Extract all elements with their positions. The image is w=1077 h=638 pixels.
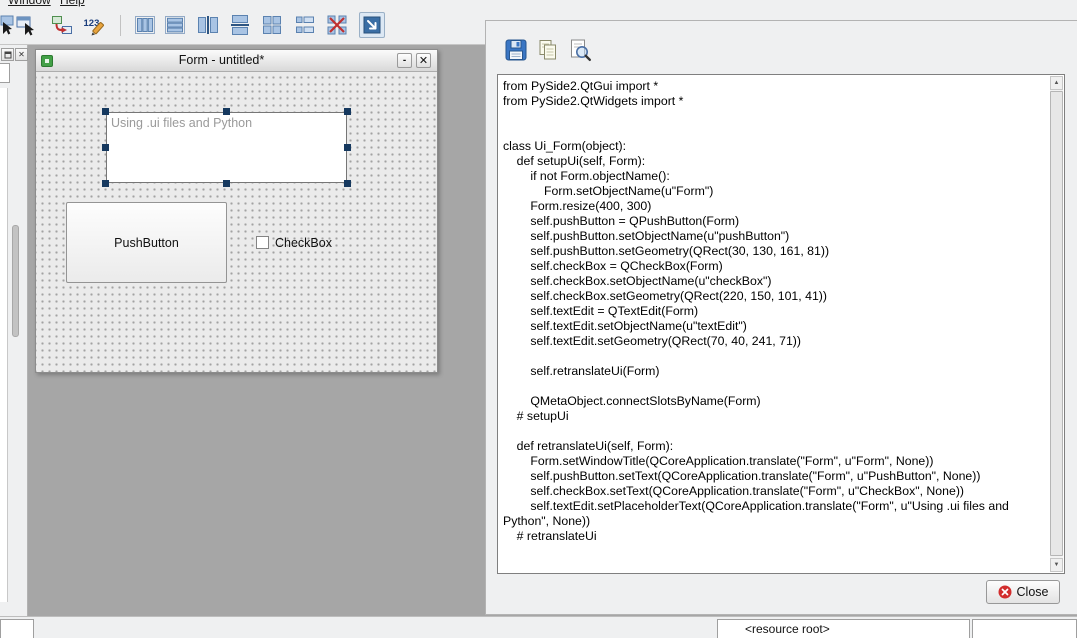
checkbox-widget[interactable]: CheckBox [256, 222, 357, 263]
scroll-up-icon[interactable]: ▲ [1050, 76, 1063, 90]
copy-icon[interactable] [534, 36, 562, 64]
form-close-button[interactable]: ✕ [416, 53, 431, 68]
bottom-left-panel[interactable] [0, 619, 34, 638]
edit-widgets-icon[interactable] [13, 12, 39, 38]
scrollbar-thumb[interactable] [1050, 91, 1063, 556]
close-button-label: Close [1017, 585, 1049, 599]
splitter-horizontal-icon[interactable] [195, 12, 221, 38]
selection-handle-top-right[interactable] [344, 108, 351, 115]
selection-handle-bottom-center[interactable] [223, 180, 230, 187]
layout-form-icon[interactable] [292, 12, 318, 38]
menu-help[interactable]: Help [60, 0, 85, 7]
layout-horizontal-icon[interactable] [132, 12, 158, 38]
layout-vertical-icon[interactable] [162, 12, 188, 38]
widget-box-scrollbar[interactable] [12, 225, 19, 337]
break-layout-icon[interactable] [324, 12, 350, 38]
checkbox-label: CheckBox [275, 236, 332, 250]
widget-box-list[interactable] [0, 88, 8, 602]
selection-handle-top-center[interactable] [223, 108, 230, 115]
splitter-vertical-icon[interactable] [227, 12, 253, 38]
form-editor-window: Form - untitled* - ✕ Using .ui files and… [35, 49, 438, 373]
widget-box-dock: ✕ [0, 45, 28, 616]
menubar: Window Help [0, 0, 1077, 8]
resource-root-item[interactable]: <resource root> [717, 619, 970, 638]
menu-window[interactable]: Window [8, 0, 51, 7]
form-window-title: Form - untitled* [56, 53, 387, 67]
form-window-icon [41, 55, 53, 67]
code-view: from PySide2.QtGui import * from PySide2… [497, 74, 1065, 574]
checkbox-indicator[interactable] [256, 236, 269, 249]
code-scrollbar[interactable]: ▲ ▼ [1050, 76, 1063, 572]
selection-handle-top-left[interactable] [102, 108, 109, 115]
resource-root-label: <resource root> [745, 622, 830, 636]
layout-grid-icon[interactable] [259, 12, 285, 38]
selection-handle-bottom-left[interactable] [102, 180, 109, 187]
scroll-down-icon[interactable]: ▼ [1050, 558, 1063, 572]
pushbutton-widget[interactable]: PushButton [66, 202, 227, 283]
edit-signals-slots-icon[interactable] [49, 12, 75, 38]
adjust-size-icon[interactable] [359, 12, 385, 38]
close-circle-icon [998, 585, 1012, 599]
textedit-widget[interactable]: Using .ui files and Python [106, 112, 347, 183]
qt-designer-window: Window Help 123 [0, 0, 1077, 638]
edit-tab-order-icon[interactable]: 123 [81, 12, 107, 38]
widget-box-filter-input[interactable] [0, 63, 10, 83]
selection-handle-mid-left[interactable] [102, 144, 109, 151]
find-icon[interactable] [566, 36, 594, 64]
bottom-dock: <resource root> [0, 616, 1077, 638]
generated-code[interactable]: from PySide2.QtGui import * from PySide2… [499, 76, 1049, 571]
code-preview-dialog: from PySide2.QtGui import * from PySide2… [485, 20, 1077, 615]
dock-close-icon[interactable]: ✕ [15, 48, 28, 61]
dock-float-icon[interactable] [1, 48, 14, 61]
toolbar-separator [120, 15, 121, 36]
selection-handle-mid-right[interactable] [344, 144, 351, 151]
resource-side-panel[interactable] [972, 619, 1077, 638]
save-icon[interactable] [502, 36, 530, 64]
form-canvas[interactable]: Using .ui files and Python PushButton Ch… [36, 72, 437, 372]
form-minimize-button[interactable]: - [397, 53, 412, 68]
selection-handle-bottom-right[interactable] [344, 180, 351, 187]
form-titlebar[interactable]: Form - untitled* - ✕ [36, 50, 437, 72]
close-button[interactable]: Close [986, 580, 1060, 604]
